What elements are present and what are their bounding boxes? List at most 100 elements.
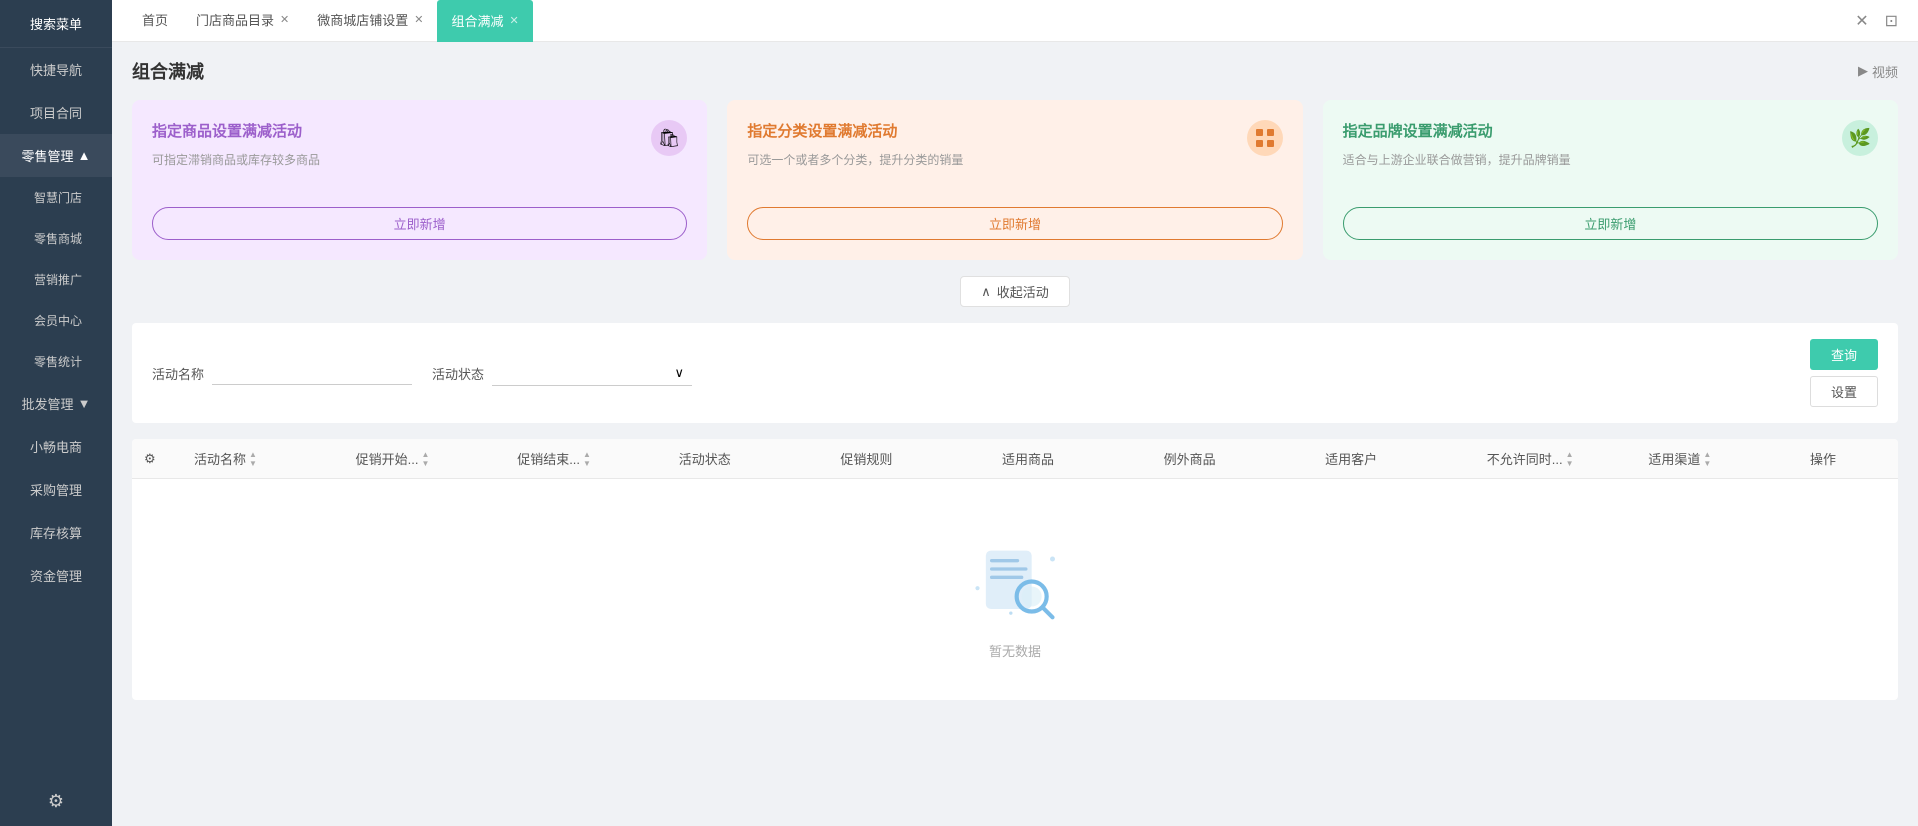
sidebar-item-retail-mgmt[interactable]: 零售管理 ▲ bbox=[0, 134, 112, 177]
brand-card-add-btn[interactable]: 立即新增 bbox=[1343, 207, 1878, 240]
svg-text:🌿: 🌿 bbox=[1849, 127, 1871, 148]
th-promo-rule-label: 促销规则 bbox=[840, 449, 892, 468]
tab-home-label: 首页 bbox=[142, 10, 168, 29]
page-header: 组合满减 ▶ 视频 bbox=[132, 58, 1898, 84]
tab-store-catalog-close[interactable]: ✕ bbox=[280, 13, 289, 26]
brand-card-title: 指定品牌设置满减活动 bbox=[1343, 120, 1878, 141]
sidebar-item-marketing[interactable]: 营销推广 bbox=[0, 259, 112, 300]
page-content: 组合满减 ▶ 视频 指定商品设置满减活动 🛍 可指定滞销商品或库存较多商品 立即… bbox=[112, 42, 1918, 826]
category-card-add-btn[interactable]: 立即新增 bbox=[747, 207, 1282, 240]
settings-button[interactable]: 设置 bbox=[1810, 376, 1878, 407]
svg-text:🛍: 🛍 bbox=[658, 128, 681, 148]
th-applicable-customer: 适用客户 bbox=[1313, 449, 1475, 468]
gear-icon: ⚙ bbox=[144, 451, 156, 467]
collapse-button[interactable]: ∧ 收起活动 bbox=[960, 276, 1070, 307]
category-card-title: 指定分类设置满减活动 bbox=[747, 120, 1282, 141]
tab-bar: 首页 门店商品目录 ✕ 微商城店铺设置 ✕ 组合满减 ✕ ✕ ⊡ bbox=[112, 0, 1918, 42]
th-applicable-channel-label: 适用渠道 bbox=[1648, 449, 1700, 468]
category-card: 指定分类设置满减活动 可选一个或者多个分类，提升分类的销量 立即新增 bbox=[727, 100, 1302, 260]
tab-bar-actions: ✕ ⊡ bbox=[1851, 7, 1902, 35]
th-exception-goods-label: 例外商品 bbox=[1164, 449, 1216, 468]
product-card-desc: 可指定滞销商品或库存较多商品 bbox=[152, 151, 687, 187]
empty-text: 暂无数据 bbox=[989, 641, 1041, 660]
sidebar-item-xiaochang[interactable]: 小畅电商 bbox=[0, 425, 112, 468]
tab-combo-discount[interactable]: 组合满减 ✕ bbox=[437, 0, 532, 42]
sidebar-item-purchase-mgmt[interactable]: 采购管理 bbox=[0, 468, 112, 511]
th-applicable-customer-label: 适用客户 bbox=[1325, 449, 1377, 468]
filter-actions: 查询 设置 bbox=[1810, 339, 1878, 407]
sidebar-item-retail-stats[interactable]: 零售统计 bbox=[0, 341, 112, 382]
th-no-concurrent[interactable]: 不允许同时... ▲▼ bbox=[1475, 449, 1637, 468]
th-promo-end-label: 促销结束... bbox=[517, 449, 580, 468]
sidebar-search[interactable]: 搜索菜单 bbox=[0, 0, 112, 48]
collapse-bar: ∧ 收起活动 bbox=[132, 276, 1898, 307]
sort-arrows-applicable-channel: ▲▼ bbox=[1703, 450, 1711, 468]
tab-combo-discount-close[interactable]: ✕ bbox=[510, 14, 519, 27]
th-operations-label: 操作 bbox=[1810, 449, 1836, 468]
sort-arrows-no-concurrent: ▲▼ bbox=[1566, 450, 1574, 468]
tab-wechat-settings-label: 微商城店铺设置 bbox=[317, 10, 408, 29]
sidebar-item-project-contract[interactable]: 项目合同 bbox=[0, 91, 112, 134]
th-gear[interactable]: ⚙ bbox=[132, 451, 182, 467]
activity-name-input[interactable] bbox=[212, 361, 412, 385]
category-card-icon bbox=[1247, 120, 1283, 163]
product-card-icon: 🛍 bbox=[651, 120, 687, 163]
th-applicable-goods: 适用商品 bbox=[990, 449, 1152, 468]
settings-gear-icon[interactable]: ⚙ bbox=[48, 791, 64, 811]
sort-arrows-promo-start: ▲▼ bbox=[421, 450, 429, 468]
main-area: 首页 门店商品目录 ✕ 微商城店铺设置 ✕ 组合满减 ✕ ✕ ⊡ 组合满减 ▶ … bbox=[112, 0, 1918, 826]
brand-card: 指定品牌设置满减活动 🌿 适合与上游企业联合做营销，提升品牌销量 立即新增 bbox=[1323, 100, 1898, 260]
activity-name-field: 活动名称 bbox=[152, 361, 412, 385]
restore-window-button[interactable]: ⊡ bbox=[1881, 7, 1902, 35]
video-link[interactable]: ▶ 视频 bbox=[1858, 62, 1898, 81]
wholesale-mgmt-arrow: ▼ bbox=[78, 396, 91, 411]
sidebar-item-wholesale-mgmt[interactable]: 批发管理 ▼ bbox=[0, 382, 112, 425]
sidebar-item-smart-store[interactable]: 智慧门店 bbox=[0, 177, 112, 218]
sidebar-item-member-center[interactable]: 会员中心 bbox=[0, 300, 112, 341]
dropdown-arrow-icon: ∨ bbox=[675, 365, 685, 381]
th-applicable-channel[interactable]: 适用渠道 ▲▼ bbox=[1636, 449, 1798, 468]
tab-home[interactable]: 首页 bbox=[128, 0, 182, 42]
sidebar-item-retail-mall[interactable]: 零售商城 bbox=[0, 218, 112, 259]
video-label: 视频 bbox=[1872, 62, 1898, 81]
cards-container: 指定商品设置满减活动 🛍 可指定滞销商品或库存较多商品 立即新增 指定分类设置满… bbox=[132, 100, 1898, 260]
activity-status-field: 活动状态 ∨ bbox=[432, 361, 692, 386]
sidebar-item-inventory[interactable]: 库存核算 bbox=[0, 511, 112, 554]
product-card-title: 指定商品设置满减活动 bbox=[152, 120, 687, 141]
collapse-label: 收起活动 bbox=[997, 282, 1049, 301]
sort-arrows-promo-end: ▲▼ bbox=[583, 450, 591, 468]
page-title: 组合满减 bbox=[132, 58, 204, 84]
th-activity-status: 活动状态 bbox=[667, 449, 829, 468]
table-area: ⚙ 活动名称 ▲▼ 促销开始... ▲▼ 促销结束... ▲▼ 活动状态 bbox=[132, 439, 1898, 700]
filter-area: 活动名称 活动状态 ∨ 查询 设置 bbox=[132, 323, 1898, 423]
query-button[interactable]: 查询 bbox=[1810, 339, 1878, 370]
tab-wechat-settings[interactable]: 微商城店铺设置 ✕ bbox=[303, 0, 437, 42]
sidebar-item-finance[interactable]: 资金管理 bbox=[0, 554, 112, 597]
empty-state-icon bbox=[965, 539, 1065, 629]
th-applicable-goods-label: 适用商品 bbox=[1002, 449, 1054, 468]
th-promo-end[interactable]: 促销结束... ▲▼ bbox=[505, 449, 667, 468]
sort-arrows-activity-name: ▲▼ bbox=[249, 450, 257, 468]
close-window-button[interactable]: ✕ bbox=[1851, 7, 1872, 35]
th-no-concurrent-label: 不允许同时... bbox=[1487, 449, 1563, 468]
filter-row: 活动名称 活动状态 ∨ 查询 设置 bbox=[152, 339, 1878, 407]
th-promo-start[interactable]: 促销开始... ▲▼ bbox=[344, 449, 506, 468]
collapse-chevron-icon: ∧ bbox=[981, 284, 991, 300]
tab-store-catalog-label: 门店商品目录 bbox=[196, 10, 274, 29]
th-activity-name-label: 活动名称 bbox=[194, 449, 246, 468]
th-activity-name[interactable]: 活动名称 ▲▼ bbox=[182, 449, 344, 468]
activity-name-label: 活动名称 bbox=[152, 364, 204, 383]
tab-combo-discount-label: 组合满减 bbox=[451, 11, 503, 30]
brand-card-icon: 🌿 bbox=[1842, 120, 1878, 163]
retail-mgmt-label: 零售管理 bbox=[22, 146, 74, 165]
wholesale-mgmt-label: 批发管理 bbox=[22, 394, 74, 413]
play-circle-icon: ▶ bbox=[1858, 63, 1868, 79]
brand-card-desc: 适合与上游企业联合做营销，提升品牌销量 bbox=[1343, 151, 1878, 187]
sidebar: 搜索菜单 快捷导航 项目合同 零售管理 ▲ 智慧门店 零售商城 营销推广 会员中… bbox=[0, 0, 112, 826]
tab-store-catalog[interactable]: 门店商品目录 ✕ bbox=[182, 0, 303, 42]
sidebar-item-quick-nav[interactable]: 快捷导航 bbox=[0, 48, 112, 91]
tab-wechat-settings-close[interactable]: ✕ bbox=[414, 13, 423, 26]
activity-status-select[interactable]: ∨ bbox=[492, 361, 692, 386]
product-card: 指定商品设置满减活动 🛍 可指定滞销商品或库存较多商品 立即新增 bbox=[132, 100, 707, 260]
product-card-add-btn[interactable]: 立即新增 bbox=[152, 207, 687, 240]
